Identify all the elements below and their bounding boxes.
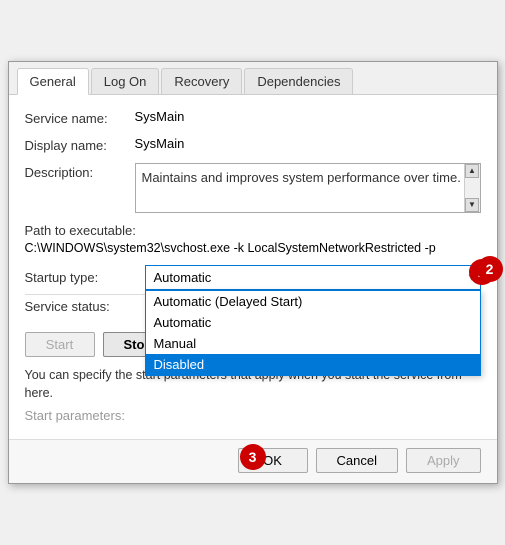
- description-text: Maintains and improves system performanc…: [142, 170, 461, 185]
- startup-dropdown[interactable]: Automatic: [145, 265, 481, 290]
- scroll-down-arrow[interactable]: ▼: [465, 198, 479, 212]
- option-automatic[interactable]: Automatic: [146, 312, 480, 333]
- startup-dropdown-wrapper: Automatic ▼ 1 Automatic (Delayed Start) …: [145, 265, 481, 290]
- start-button[interactable]: Start: [25, 332, 95, 357]
- description-scrollbar[interactable]: ▲ ▼: [464, 164, 480, 212]
- option-disabled[interactable]: Disabled: [146, 354, 480, 375]
- apply-button[interactable]: Apply: [406, 448, 481, 473]
- startup-type-label: Startup type:: [25, 270, 135, 285]
- tab-general[interactable]: General: [17, 68, 89, 95]
- service-name-value: SysMain: [135, 109, 481, 124]
- description-box[interactable]: Maintains and improves system performanc…: [135, 163, 481, 213]
- description-row: Description: Maintains and improves syst…: [25, 163, 481, 213]
- tab-logon[interactable]: Log On: [91, 68, 160, 94]
- cancel-button[interactable]: Cancel: [316, 448, 398, 473]
- tab-recovery[interactable]: Recovery: [161, 68, 242, 94]
- option-manual[interactable]: Manual: [146, 333, 480, 354]
- bottom-buttons: 3 OK Cancel Apply: [9, 439, 497, 483]
- params-label: Start parameters:: [25, 408, 481, 423]
- startup-row: Startup type: Automatic ▼ 1 Automatic (D…: [25, 265, 481, 290]
- tab-dependencies[interactable]: Dependencies: [244, 68, 353, 94]
- path-label: Path to executable:: [25, 223, 481, 238]
- startup-dropdown-list[interactable]: Automatic (Delayed Start) Automatic Manu…: [145, 290, 481, 376]
- service-name-row: Service name: SysMain: [25, 109, 481, 126]
- option-auto-delayed[interactable]: Automatic (Delayed Start): [146, 291, 480, 312]
- description-label: Description:: [25, 163, 135, 180]
- display-name-label: Display name:: [25, 136, 135, 153]
- display-name-value: SysMain: [135, 136, 481, 151]
- badge-2: 2: [477, 256, 503, 282]
- service-name-label: Service name:: [25, 109, 135, 126]
- path-section: Path to executable: C:\WINDOWS\system32\…: [25, 223, 481, 255]
- badge-3: 3: [240, 444, 266, 470]
- dialog-window: General Log On Recovery Dependencies Ser…: [8, 61, 498, 484]
- service-status-label: Service status:: [25, 299, 135, 314]
- scroll-up-arrow[interactable]: ▲: [465, 164, 479, 178]
- tab-bar: General Log On Recovery Dependencies: [9, 62, 497, 95]
- path-value: C:\WINDOWS\system32\svchost.exe -k Local…: [25, 241, 481, 255]
- display-name-row: Display name: SysMain: [25, 136, 481, 153]
- tab-content: Service name: SysMain Display name: SysM…: [9, 95, 497, 439]
- startup-section: Startup type: Automatic ▼ 1 Automatic (D…: [25, 265, 481, 314]
